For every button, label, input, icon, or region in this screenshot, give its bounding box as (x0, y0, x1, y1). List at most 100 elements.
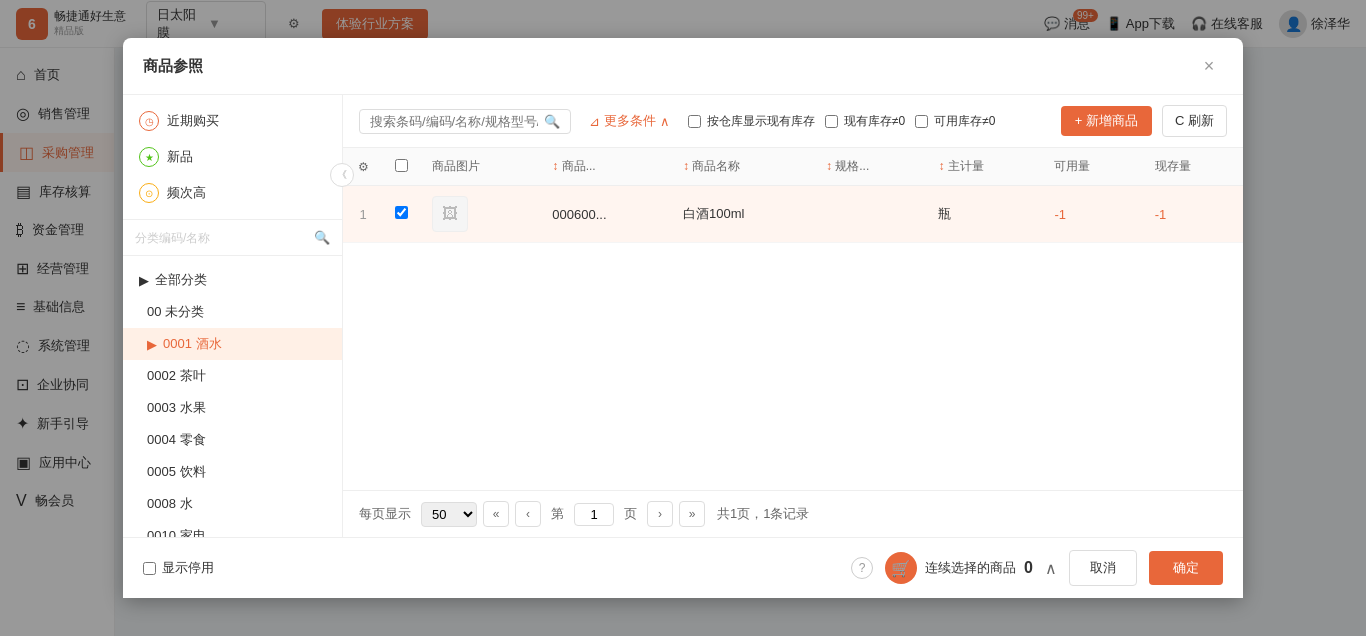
category-0002[interactable]: 0002 茶叶 (123, 360, 342, 392)
recent-icon: ◷ (139, 111, 159, 131)
pagination-bar: 每页显示 20 50 100 « ‹ 第 页 › (343, 490, 1243, 537)
col-unit[interactable]: ↕ 主计量 (926, 148, 1042, 186)
col-name[interactable]: ↕ 商品名称 (671, 148, 814, 186)
category-0001-label: 0001 酒水 (163, 335, 222, 353)
modal-close-button[interactable]: × (1195, 52, 1223, 80)
content-area: 商品参照 × ◷ 近期购买 ★ (115, 48, 1366, 636)
cell-checkbox[interactable] (383, 186, 420, 243)
cancel-button[interactable]: 取消 (1069, 550, 1137, 586)
collapse-panel-button[interactable]: 《 (330, 163, 354, 187)
filter-icon: ⊿ (589, 114, 600, 129)
refresh-button[interactable]: C 刷新 (1162, 105, 1227, 137)
modal-body: ◷ 近期购买 ★ 新品 ⊙ 频次高 (123, 95, 1243, 537)
prev-page-button[interactable]: ‹ (515, 501, 541, 527)
cell-code: 000600... (540, 186, 671, 243)
select-all-checkbox[interactable] (395, 159, 408, 172)
category-0003-label: 0003 水果 (147, 399, 206, 417)
col-code[interactable]: ↕ 商品... (540, 148, 671, 186)
footer-left: 显示停用 (143, 559, 214, 577)
checkbox-warehouse-group: 按仓库显示现有库存 (688, 113, 815, 130)
category-0005[interactable]: 0005 饮料 (123, 456, 342, 488)
product-search-input[interactable] (370, 114, 538, 129)
toolbar: 🔍 ⊿ 更多条件 ∧ 按仓库显示现有库存 (343, 95, 1243, 148)
category-0010[interactable]: 0010 家电 (123, 520, 342, 537)
checkbox-available-label: 现有库存≠0 (844, 113, 905, 130)
nav-label-new: 新品 (167, 148, 193, 166)
col-name-sort-icon: ↕ (683, 159, 689, 173)
col-checkbox (383, 148, 420, 186)
category-00-label: 00 未分类 (147, 303, 204, 321)
image-placeholder-icon: 🖼 (442, 205, 458, 223)
cell-image: 🖼 (420, 186, 540, 243)
modal-header: 商品参照 × (123, 38, 1243, 95)
cell-unit: 瓶 (926, 186, 1042, 243)
cell-available: -1 (1042, 186, 1142, 243)
modal-title: 商品参照 (143, 57, 203, 76)
col-image: 商品图片 (420, 148, 540, 186)
cell-num: 1 (343, 186, 383, 243)
checkbox-warehouse[interactable] (688, 115, 701, 128)
cart-area: 🛒 连续选择的商品 0 (885, 552, 1033, 584)
page-size-select[interactable]: 20 50 100 (421, 502, 477, 527)
cart-count: 0 (1024, 559, 1033, 577)
col-code-sort-icon: ↕ (552, 159, 558, 173)
checkbox-usable-group: 可用库存≠0 (915, 113, 995, 130)
checkbox-available[interactable] (825, 115, 838, 128)
category-search-area: 🔍 (123, 220, 342, 256)
nav-label-recent: 近期购买 (167, 112, 219, 130)
category-0001[interactable]: ▶ 0001 酒水 (123, 328, 342, 360)
current-page-input[interactable] (574, 503, 614, 526)
category-0003[interactable]: 0003 水果 (123, 392, 342, 424)
table-header-row: ⚙ 商品图片 ↕ 商品... (343, 148, 1243, 186)
table-row[interactable]: 1 🖼 (343, 186, 1243, 243)
first-page-button[interactable]: « (483, 501, 509, 527)
next-page-button[interactable]: › (647, 501, 673, 527)
category-0002-label: 0002 茶叶 (147, 367, 206, 385)
category-0004[interactable]: 0004 零食 (123, 424, 342, 456)
filter-button[interactable]: ⊿ 更多条件 ∧ (581, 108, 678, 134)
checkbox-usable-label: 可用库存≠0 (934, 113, 995, 130)
col-spec-sort-icon: ↕ (826, 159, 832, 173)
nav-item-new[interactable]: ★ 新品 (123, 139, 342, 175)
category-all[interactable]: ▶ 全部分类 (123, 264, 342, 296)
collapse-up-icon[interactable]: ∧ (1045, 559, 1057, 578)
col-unit-sort-icon: ↕ (938, 159, 944, 173)
category-0005-label: 0005 饮料 (147, 463, 206, 481)
col-spec[interactable]: ↕ 规格... (814, 148, 927, 186)
row-checkbox[interactable] (395, 206, 408, 219)
left-panel: ◷ 近期购买 ★ 新品 ⊙ 频次高 (123, 95, 343, 537)
checkbox-warehouse-label: 按仓库显示现有库存 (707, 113, 815, 130)
right-panel: 🔍 ⊿ 更多条件 ∧ 按仓库显示现有库存 (343, 95, 1243, 537)
frequent-icon: ⊙ (139, 183, 159, 203)
page-total-info: 共1页，1条记录 (717, 505, 809, 523)
category-search-input[interactable] (135, 231, 306, 245)
add-product-button[interactable]: + 新增商品 (1061, 106, 1152, 136)
new-icon: ★ (139, 147, 159, 167)
checkbox-usable[interactable] (915, 115, 928, 128)
checkbox-available-group: 现有库存≠0 (825, 113, 905, 130)
confirm-button[interactable]: 确定 (1149, 551, 1223, 585)
nav-item-recent[interactable]: ◷ 近期购买 (123, 103, 342, 139)
show-disabled-checkbox-group: 显示停用 (143, 559, 214, 577)
col-stock: 现存量 (1143, 148, 1243, 186)
nav-item-frequent[interactable]: ⊙ 频次高 (123, 175, 342, 211)
last-page-button[interactable]: » (679, 501, 705, 527)
filter-label: 更多条件 (604, 112, 656, 130)
show-disabled-label: 显示停用 (162, 559, 214, 577)
help-icon[interactable]: ? (851, 557, 873, 579)
category-0008[interactable]: 0008 水 (123, 488, 342, 520)
product-search-box[interactable]: 🔍 (359, 109, 571, 134)
product-reference-modal: 商品参照 × ◷ 近期购买 ★ (123, 38, 1243, 598)
page-label-prefix: 第 (551, 505, 564, 523)
col-available: 可用量 (1042, 148, 1142, 186)
category-all-arrow: ▶ (139, 273, 149, 288)
category-0010-label: 0010 家电 (147, 527, 206, 537)
category-00[interactable]: 00 未分类 (123, 296, 342, 328)
category-search-icon[interactable]: 🔍 (314, 230, 330, 245)
cell-name: 白酒100ml (671, 186, 814, 243)
modal-overlay: 商品参照 × ◷ 近期购买 ★ (0, 0, 1366, 636)
footer-right: ? 🛒 连续选择的商品 0 ∧ 取消 确定 (851, 550, 1223, 586)
show-disabled-checkbox[interactable] (143, 562, 156, 575)
nav-label-frequent: 频次高 (167, 184, 206, 202)
filter-arrow-icon: ∧ (660, 114, 670, 129)
